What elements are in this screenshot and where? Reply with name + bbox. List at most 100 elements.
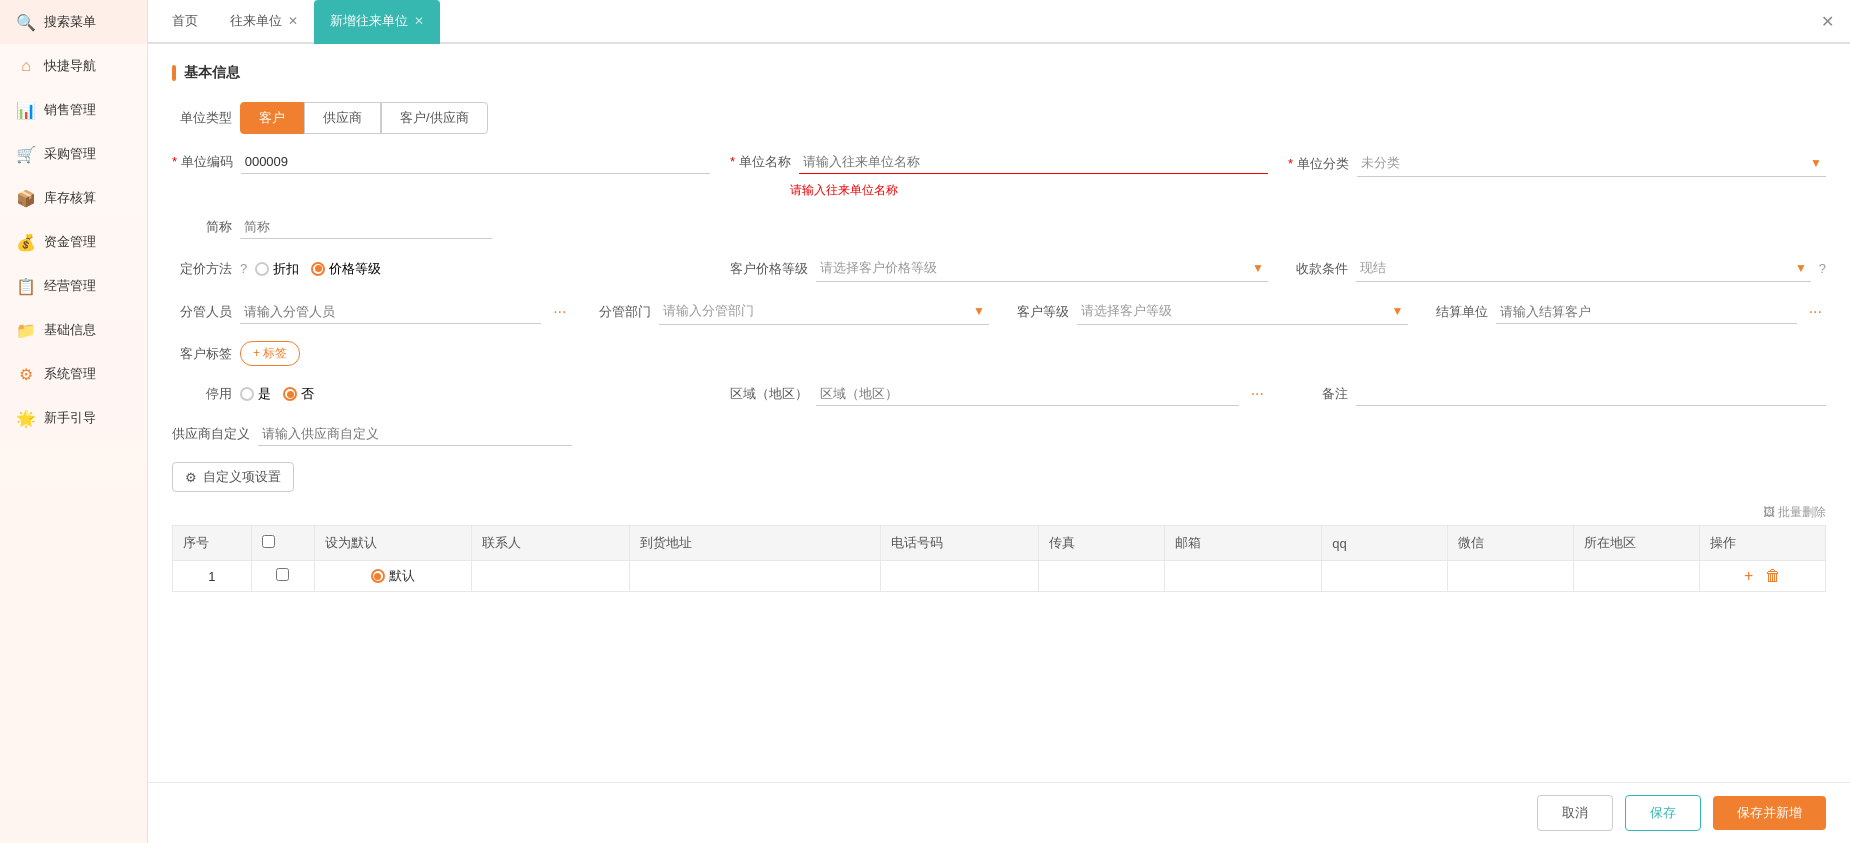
payment-condition-field: 收款条件 现结 ▼ ? xyxy=(1288,255,1826,282)
sidebar-item-quicknav[interactable]: ⌂ 快捷导航 xyxy=(0,44,147,88)
customer-price-level-select[interactable]: 请选择客户价格等级 ▼ xyxy=(816,255,1268,282)
cell-contact[interactable] xyxy=(472,561,629,592)
sidebar-item-basicinfo[interactable]: 📁 基础信息 xyxy=(0,308,147,352)
radio-price-level-label: 价格等级 xyxy=(329,260,381,278)
col-header-seq: 序号 xyxy=(173,526,252,561)
footer: 取消 保存 保存并新增 xyxy=(148,782,1850,843)
short-name-field: 简称 xyxy=(172,215,492,239)
batch-delete-area[interactable]: 🖼 批量删除 xyxy=(172,504,1826,521)
unit-category-select[interactable]: 未分类 ▼ xyxy=(1357,150,1826,177)
region-input[interactable] xyxy=(816,382,1239,406)
fax-input[interactable] xyxy=(1049,569,1154,584)
manager-label: 分管人员 xyxy=(172,303,232,321)
department-placeholder: 请输入分管部门 xyxy=(663,302,974,320)
btn-supplier[interactable]: 供应商 xyxy=(304,102,381,134)
save-and-new-button[interactable]: 保存并新增 xyxy=(1713,796,1826,830)
tab-partners-close[interactable]: ✕ xyxy=(288,14,298,28)
btn-both[interactable]: 客户/供应商 xyxy=(381,102,488,134)
cell-address[interactable] xyxy=(629,561,881,592)
customer-level-placeholder: 请选择客户等级 xyxy=(1081,302,1392,320)
region-cell-input[interactable] xyxy=(1584,569,1689,584)
department-label: 分管部门 xyxy=(591,303,651,321)
radio-discount[interactable]: 折扣 xyxy=(255,260,299,278)
cell-region[interactable] xyxy=(1574,561,1700,592)
cell-seq: 1 xyxy=(173,561,252,592)
tab-partners[interactable]: 往来单位 ✕ xyxy=(214,0,314,44)
tags-row: 客户标签 + 标签 xyxy=(172,341,1826,366)
sidebar-item-guide[interactable]: 🌟 新手引导 xyxy=(0,396,147,440)
short-name-label: 简称 xyxy=(172,218,232,236)
sidebar-item-operations[interactable]: 📋 经营管理 xyxy=(0,264,147,308)
custom-settings-label: 自定义项设置 xyxy=(203,468,281,486)
unit-name-field: 单位名称 请输入往来单位名称 xyxy=(730,150,1268,199)
department-select[interactable]: 请输入分管部门 ▼ xyxy=(659,298,990,325)
payment-condition-value: 现结 xyxy=(1360,259,1795,277)
phone-input[interactable] xyxy=(891,569,1027,584)
payment-help-icon[interactable]: ? xyxy=(1819,261,1826,276)
radio-price-level[interactable]: 价格等级 xyxy=(311,260,381,278)
add-tag-button[interactable]: + 标签 xyxy=(240,341,300,366)
email-input[interactable] xyxy=(1175,569,1311,584)
pricing-help-icon[interactable]: ? xyxy=(240,261,247,276)
sidebar-item-label: 资金管理 xyxy=(44,233,96,251)
row-add-button[interactable]: + xyxy=(1740,567,1757,584)
sidebar-item-sales[interactable]: 📊 销售管理 xyxy=(0,88,147,132)
customer-level-select[interactable]: 请选择客户等级 ▼ xyxy=(1077,298,1408,325)
payment-condition-select[interactable]: 现结 ▼ xyxy=(1356,255,1811,282)
manager-more-btn[interactable]: ··· xyxy=(549,303,570,321)
sidebar-item-inventory[interactable]: 📦 库存核算 xyxy=(0,176,147,220)
cell-email[interactable] xyxy=(1164,561,1321,592)
default-radio[interactable]: 默认 xyxy=(325,567,461,585)
row-delete-button[interactable]: 🗑 xyxy=(1761,567,1785,584)
supplier-custom-input[interactable] xyxy=(258,422,572,446)
disabled-label: 停用 xyxy=(172,385,232,403)
sidebar-item-finance[interactable]: 💰 资金管理 xyxy=(0,220,147,264)
disabled-radio-group: 是 否 xyxy=(240,385,314,403)
payment-condition-chevron: ▼ xyxy=(1795,261,1807,275)
unit-name-input[interactable] xyxy=(799,150,1268,174)
col-header-wechat: 微信 xyxy=(1448,526,1574,561)
radio-discount-label: 折扣 xyxy=(273,260,299,278)
department-chevron: ▼ xyxy=(973,304,985,318)
customer-price-level-field: 客户价格等级 请选择客户价格等级 ▼ xyxy=(730,255,1268,282)
tab-new-partner-close[interactable]: ✕ xyxy=(414,14,424,28)
customer-level-label: 客户等级 xyxy=(1009,303,1069,321)
sidebar-item-label: 基础信息 xyxy=(44,321,96,339)
manager-input[interactable] xyxy=(240,300,541,324)
qq-input[interactable] xyxy=(1332,569,1437,584)
ops-icon: 📋 xyxy=(16,276,36,296)
sidebar-item-system[interactable]: ⚙ 系统管理 xyxy=(0,352,147,396)
settlement-unit-input[interactable] xyxy=(1496,300,1797,324)
unit-type-label: 单位类型 xyxy=(172,109,232,127)
tab-new-partner[interactable]: 新增往来单位 ✕ xyxy=(314,0,440,44)
select-all-checkbox[interactable] xyxy=(262,535,275,548)
region-more-btn[interactable]: ··· xyxy=(1247,385,1268,403)
contact-input[interactable] xyxy=(482,569,618,584)
wechat-input[interactable] xyxy=(1458,569,1563,584)
sidebar-item-purchase[interactable]: 🛒 采购管理 xyxy=(0,132,147,176)
unit-code-input[interactable] xyxy=(241,150,710,174)
sidebar: 🔍 搜索菜单 ⌂ 快捷导航 📊 销售管理 🛒 采购管理 📦 库存核算 💰 资金管… xyxy=(0,0,148,843)
address-input[interactable] xyxy=(640,569,871,584)
unit-type-row: 单位类型 客户 供应商 客户/供应商 xyxy=(172,102,1826,134)
radio-yes[interactable]: 是 xyxy=(240,385,271,403)
sidebar-item-search[interactable]: 🔍 搜索菜单 xyxy=(0,0,147,44)
radio-no[interactable]: 否 xyxy=(283,385,314,403)
settlement-more-btn[interactable]: ··· xyxy=(1805,303,1826,321)
tabbar-close-button[interactable]: ✕ xyxy=(1813,12,1842,31)
custom-settings-button[interactable]: ⚙ 自定义项设置 xyxy=(172,462,294,492)
remark-input[interactable] xyxy=(1356,382,1826,406)
cell-wechat[interactable] xyxy=(1448,561,1574,592)
guide-icon: 🌟 xyxy=(16,408,36,428)
cell-qq[interactable] xyxy=(1322,561,1448,592)
tab-home[interactable]: 首页 xyxy=(156,0,214,44)
cell-phone[interactable] xyxy=(881,561,1038,592)
region-field: 区域（地区） ··· xyxy=(730,382,1268,406)
cell-fax[interactable] xyxy=(1038,561,1164,592)
btn-customer[interactable]: 客户 xyxy=(240,102,304,134)
gear-icon: ⚙ xyxy=(185,470,197,485)
row-checkbox[interactable] xyxy=(276,568,289,581)
cancel-button[interactable]: 取消 xyxy=(1537,795,1613,831)
short-name-input[interactable] xyxy=(240,215,492,239)
save-button[interactable]: 保存 xyxy=(1625,795,1701,831)
